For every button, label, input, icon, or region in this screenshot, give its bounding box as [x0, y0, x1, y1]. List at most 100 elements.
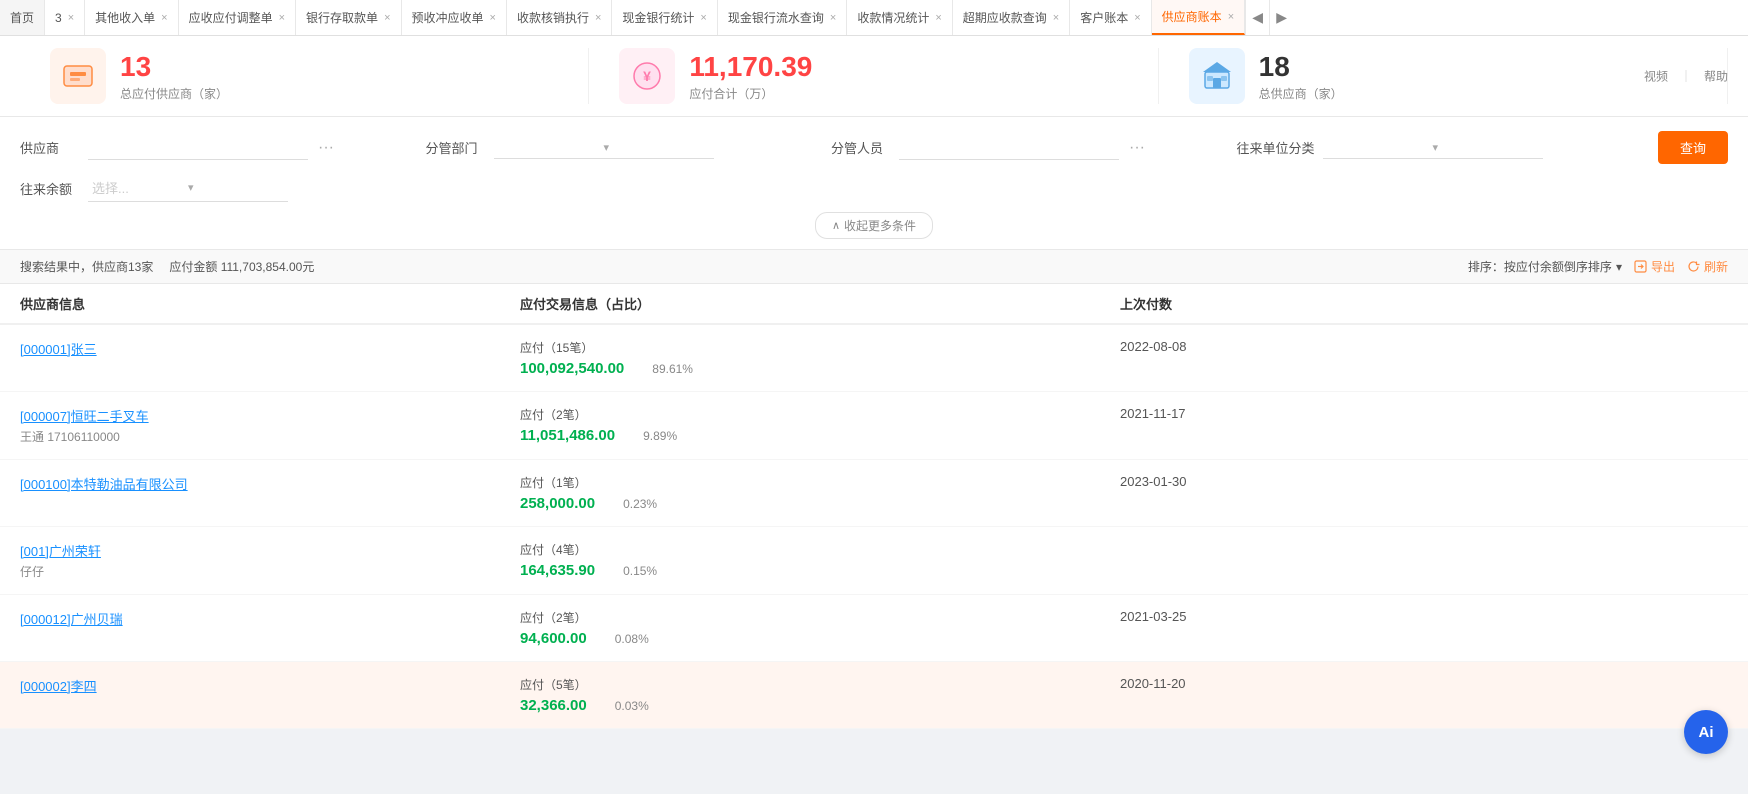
last-payment-4: 2021-03-25 [1120, 609, 1728, 624]
nav-item-tab3[interactable]: 3 × [45, 0, 85, 35]
nav-item-receipt-exec[interactable]: 收款核销执行 × [507, 0, 612, 35]
table-row: [000007]恒旺二手叉车 王通 17106110000 应付（2笔） 11,… [0, 392, 1748, 460]
chevron-down-icon-2: ▾ [1433, 141, 1539, 154]
close-icon-supplier-ledger[interactable]: × [1228, 11, 1234, 23]
chevron-down-icon: ▾ [604, 141, 710, 154]
table-row: [001]广州荣轩 仔仔 应付（4笔） 164,635.90 0.15% [0, 527, 1748, 595]
close-icon-cash-flow[interactable]: × [830, 12, 836, 24]
refresh-button[interactable]: 刷新 [1687, 258, 1728, 275]
filter-row-2: 往来余额 选择... ▾ [20, 174, 1728, 202]
collapse-button[interactable]: ∧ 收起更多条件 [815, 212, 933, 239]
collapse-label: 收起更多条件 [844, 217, 916, 234]
close-icon-ar-ap[interactable]: × [279, 12, 285, 24]
close-icon-customer-ledger[interactable]: × [1134, 12, 1140, 24]
nav-next-arrow[interactable]: ▶ [1269, 0, 1293, 35]
nav-label-ar-ap: 应收应付调整单 [189, 9, 273, 26]
divider: ｜ [1680, 68, 1692, 85]
nav-label-overdue-ar: 超期应收款查询 [963, 9, 1047, 26]
help-link[interactable]: 帮助 [1704, 68, 1728, 85]
payable-percent-2: 0.23% [623, 497, 657, 511]
nav-item-overdue-ar[interactable]: 超期应收款查询 × [953, 0, 1070, 35]
supplier-link-3[interactable]: [001]广州荣轩 [20, 541, 520, 560]
supplier-count-label: 总应付供应商（家） [120, 85, 228, 102]
supplier-link-5[interactable]: [000002]李四 [20, 676, 520, 695]
close-icon-cash-bank-stat[interactable]: × [700, 12, 706, 24]
nav-prev-arrow[interactable]: ◀ [1245, 0, 1269, 35]
nav-label-other-income: 其他收入单 [95, 9, 155, 26]
supplier-sub-1: 王通 17106110000 [20, 428, 520, 445]
filter-supplier: 供应商 ··· [20, 136, 426, 160]
sort-button[interactable]: 排序：按应付余额倒序排序 ▾ [1468, 258, 1622, 275]
payable-amount-3[interactable]: 164,635.90 [520, 562, 595, 579]
col-header-supplier: 供应商信息 [20, 294, 520, 313]
nav-item-supplier-ledger[interactable]: 供应商账本 × [1152, 0, 1245, 35]
ai-badge[interactable]: Ai [1684, 710, 1728, 754]
nav-label-supplier-ledger: 供应商账本 [1162, 8, 1222, 25]
refresh-label: 刷新 [1704, 258, 1728, 275]
payable-percent-5: 0.03% [615, 699, 649, 713]
supplier-label: 供应商 [20, 138, 80, 157]
supplier-link-1[interactable]: [000007]恒旺二手叉车 [20, 406, 520, 425]
close-icon-prepay[interactable]: × [490, 12, 496, 24]
close-icon-receipt-exec[interactable]: × [595, 12, 601, 24]
category-select[interactable]: ▾ [1323, 137, 1543, 159]
nav-item-receipt-stat[interactable]: 收款情况统计 × [847, 0, 952, 35]
export-label: 导出 [1651, 258, 1675, 275]
payable-info-5: 应付（5笔） 32,366.00 0.03% [520, 676, 1120, 714]
supplier-link-0[interactable]: [000001]张三 [20, 339, 520, 358]
supplier-input[interactable] [88, 136, 308, 160]
nav-label-home: 首页 [10, 9, 34, 26]
supplier-info-3: [001]广州荣轩 仔仔 [20, 541, 520, 580]
total-supplier-number: 18 [1259, 50, 1343, 84]
person-input[interactable] [899, 136, 1119, 160]
nav-item-cash-bank-stat[interactable]: 现金银行统计 × [612, 0, 717, 35]
nav-label-receipt-exec: 收款核销执行 [517, 9, 589, 26]
supplier-count-number: 13 [120, 50, 228, 84]
payable-amount-0[interactable]: 100,092,540.00 [520, 360, 624, 377]
close-icon-overdue-ar[interactable]: × [1053, 12, 1059, 24]
close-icon-other-income[interactable]: × [161, 12, 167, 24]
payable-info-2: 应付（1笔） 258,000.00 0.23% [520, 474, 1120, 512]
supplier-dots[interactable]: ··· [318, 139, 334, 157]
nav-item-home[interactable]: 首页 [0, 0, 45, 35]
supplier-link-2[interactable]: [000100]本特勒油品有限公司 [20, 474, 520, 493]
refresh-icon [1687, 260, 1700, 273]
table-area: 供应商信息 应付交易信息（占比） 上次付数 [000001]张三 应付（15笔）… [0, 284, 1748, 729]
export-button[interactable]: 导出 [1634, 258, 1675, 275]
summary-card-total-supplier: 18 总供应商（家） [1159, 48, 1728, 104]
nav-label-cash-flow: 现金银行流水查询 [728, 9, 824, 26]
nav-label-prepay: 预收冲应收单 [412, 9, 484, 26]
nav-label-customer-ledger: 客户账本 [1080, 9, 1128, 26]
payable-label-4: 应付（2笔） [520, 609, 1120, 626]
nav-item-other-income[interactable]: 其他收入单 × [85, 0, 178, 35]
amount-info-text: 应付金额 111,703,854.00元 [169, 258, 314, 275]
close-icon-receipt-stat[interactable]: × [935, 12, 941, 24]
payable-amount-5[interactable]: 32,366.00 [520, 697, 587, 714]
payable-amount-4[interactable]: 94,600.00 [520, 630, 587, 647]
supplier-icon [50, 48, 106, 104]
payable-total-number: 11,170.39 [689, 50, 812, 84]
payable-info-3: 应付（4笔） 164,635.90 0.15% [520, 541, 1120, 579]
balance-select[interactable]: 选择... ▾ [88, 174, 288, 202]
payable-amount-2[interactable]: 258,000.00 [520, 495, 595, 512]
nav-item-ar-ap[interactable]: 应收应付调整单 × [179, 0, 296, 35]
payable-label-1: 应付（2笔） [520, 406, 1120, 423]
filter-balance: 往来余额 选择... ▾ [20, 174, 320, 202]
nav-item-bank[interactable]: 银行存取款单 × [296, 0, 401, 35]
payable-amount-1[interactable]: 11,051,486.00 [520, 427, 615, 444]
close-icon-bank[interactable]: × [384, 12, 390, 24]
person-dots[interactable]: ··· [1129, 139, 1145, 157]
col-header-last-payment: 上次付数 [1120, 294, 1728, 313]
result-info: 搜索结果中，供应商13家 应付金额 111,703,854.00元 [20, 258, 314, 275]
table-row: [000002]李四 应付（5笔） 32,366.00 0.03% 2020-1… [0, 662, 1748, 729]
close-icon-tab3[interactable]: × [68, 12, 74, 24]
nav-item-prepay[interactable]: 预收冲应收单 × [402, 0, 507, 35]
supplier-link-4[interactable]: [000012]广州贝瑞 [20, 609, 520, 628]
department-select[interactable]: ▾ [494, 137, 714, 159]
nav-item-cash-flow[interactable]: 现金银行流水查询 × [718, 0, 847, 35]
query-button[interactable]: 查询 [1658, 131, 1728, 164]
last-payment-1: 2021-11-17 [1120, 406, 1728, 421]
nav-item-customer-ledger[interactable]: 客户账本 × [1070, 0, 1151, 35]
video-link[interactable]: 视频 [1644, 68, 1668, 85]
supplier-info-0: [000001]张三 [20, 339, 520, 358]
